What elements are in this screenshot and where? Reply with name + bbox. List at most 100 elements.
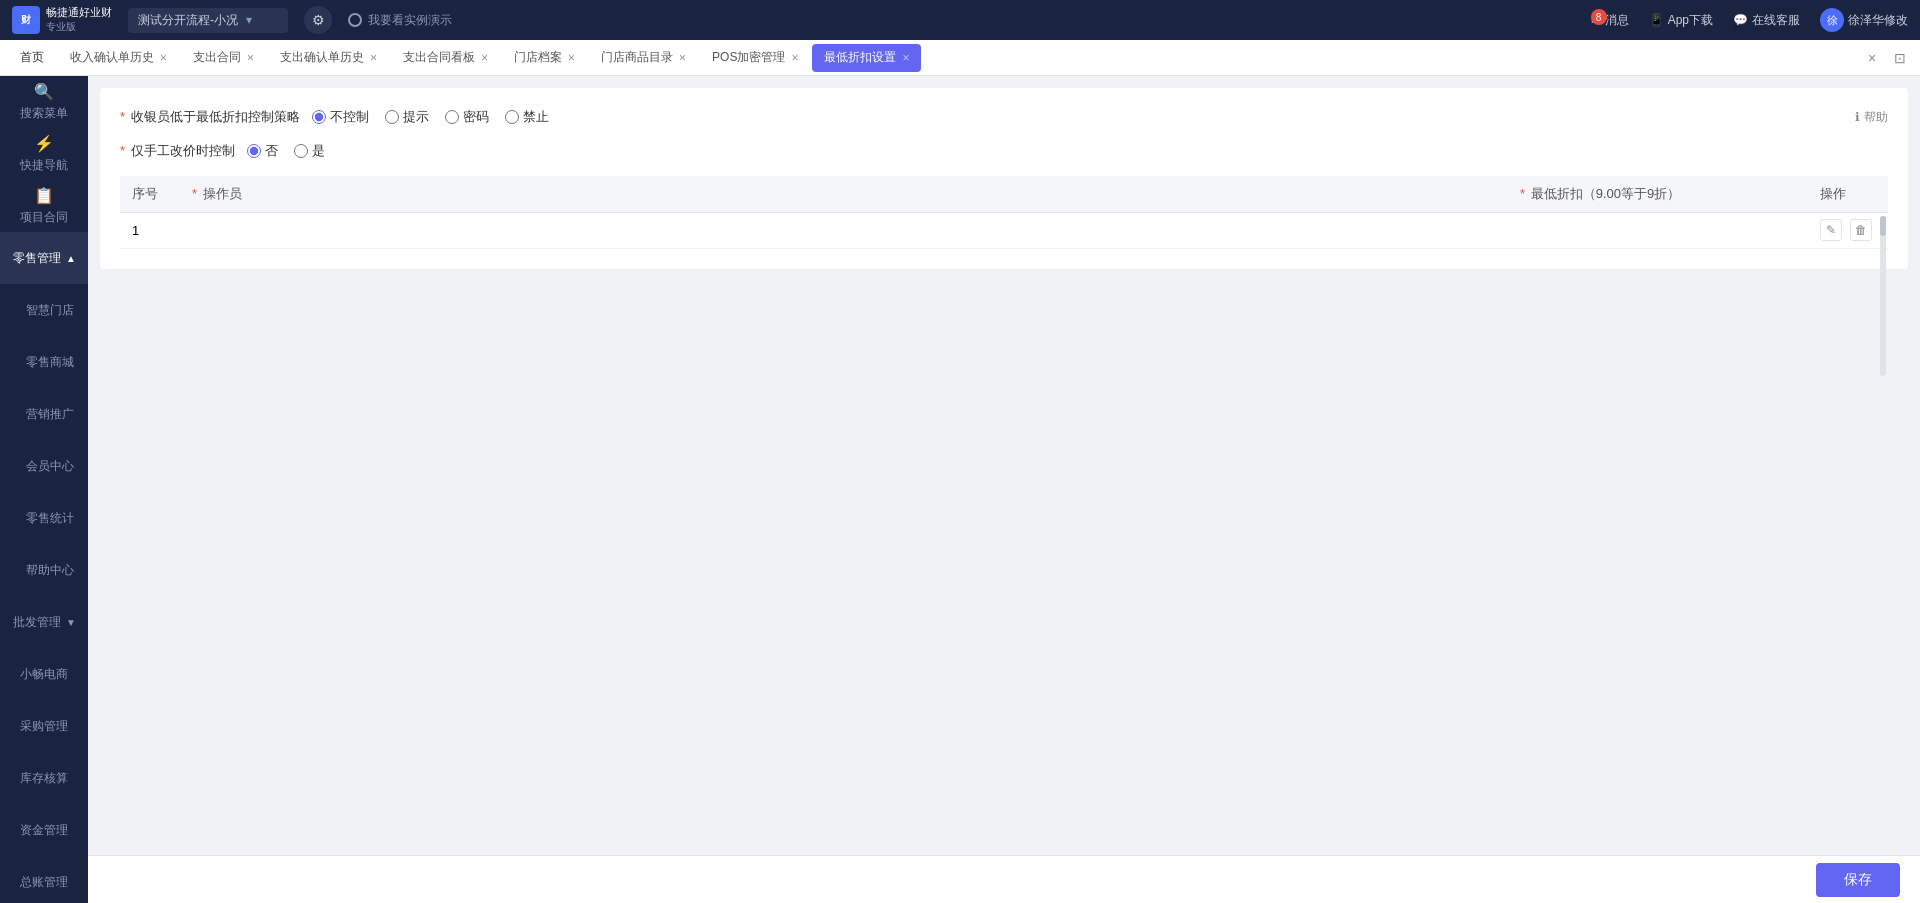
radio-forbid-label: 禁止 (523, 108, 549, 126)
sidebar-item-finance[interactable]: 资金管理 (0, 804, 88, 856)
save-button[interactable]: 保存 (1816, 863, 1900, 897)
tab-store-catalog-label: 门店商品目录 (601, 49, 673, 66)
sidebar-item-contract[interactable]: 📋 项目合同 (0, 180, 88, 232)
radio-manual-no-input[interactable] (247, 144, 261, 158)
tab-close-icon[interactable]: × (160, 51, 167, 65)
sidebar-item-retail-stats[interactable]: 零售统计 (0, 492, 88, 544)
sidebar-item-marketing[interactable]: 营销推广 (0, 388, 88, 440)
project-selector[interactable]: 测试分开流程-小况 ▾ (128, 8, 288, 33)
discount-table: 序号 * 操作员 * 最低折扣（9.00等于9折） (120, 176, 1888, 249)
sidebar-item-member[interactable]: 会员中心 (0, 440, 88, 492)
sidebar-item-purchase[interactable]: 采购管理 (0, 700, 88, 752)
sidebar-item-wholesale[interactable]: 批发管理 ▼ (0, 596, 88, 648)
logo-sub: 专业版 (46, 20, 112, 34)
sidebar-item-label: 帮助中心 (26, 562, 74, 579)
footer-bar: 保存 (88, 855, 1920, 903)
required-mark: * (120, 143, 125, 158)
sidebar-item-label: 零售管理 (12, 250, 62, 267)
tab-store-archive-label: 门店档案 (514, 49, 562, 66)
sidebar-item-ledger[interactable]: 总账管理 (0, 856, 88, 903)
app-download-label: App下载 (1668, 12, 1713, 29)
messages-label: 消息 (1605, 12, 1629, 29)
main-layout: 🔍 搜索菜单 ⚡ 快捷导航 📋 项目合同 零售管理 ▲ 智慧门店 零售商城 营销… (0, 76, 1920, 903)
tab-income-history[interactable]: 收入确认单历史 × (58, 44, 179, 72)
logo-text: 畅捷通好业财 (46, 6, 112, 19)
tab-close-icon[interactable]: × (568, 51, 575, 65)
radio-no-control[interactable]: 不控制 (312, 108, 369, 126)
edit-row-button[interactable]: ✎ (1820, 219, 1842, 241)
settings-button[interactable]: ⚙ (304, 6, 332, 34)
delete-row-button[interactable]: 🗑 (1850, 219, 1872, 241)
radio-forbid-input[interactable] (505, 110, 519, 124)
tab-pos-encrypt[interactable]: POS加密管理 × (700, 44, 810, 72)
radio-prompt-input[interactable] (385, 110, 399, 124)
radio-manual-no[interactable]: 否 (247, 142, 278, 160)
sidebar-item-inventory[interactable]: 库存核算 (0, 752, 88, 804)
sidebar-item-label: 库存核算 (20, 770, 68, 787)
radio-no-control-label: 不控制 (330, 108, 369, 126)
tab-close-icon[interactable]: × (679, 51, 686, 65)
messages-button[interactable]: ✉ 8 消息 (1591, 12, 1629, 29)
manual-price-label: * 仅手工改价时控制 (120, 142, 235, 160)
tab-expenditure-history[interactable]: 支出确认单历史 × (268, 44, 389, 72)
sidebar-item-label: 智慧门店 (26, 302, 74, 319)
radio-no-control-input[interactable] (312, 110, 326, 124)
table-header-row: 序号 * 操作员 * 最低折扣（9.00等于9折） (120, 176, 1888, 212)
required-mark: * (120, 109, 125, 124)
scroll-track[interactable] (1880, 216, 1886, 376)
online-service-button[interactable]: 💬 在线客服 (1733, 12, 1800, 29)
sidebar-item-label: 搜索菜单 (20, 105, 68, 122)
sidebar-item-online-store[interactable]: 零售商城 (0, 336, 88, 388)
help-button[interactable]: ℹ 帮助 (1855, 109, 1888, 126)
tab-close-icon[interactable]: × (481, 51, 488, 65)
messages-badge-wrap: ✉ 8 (1591, 13, 1601, 27)
radio-prompt[interactable]: 提示 (385, 108, 429, 126)
sidebar-item-retail[interactable]: 零售管理 ▲ (0, 232, 88, 284)
sidebar-item-label: 总账管理 (20, 874, 68, 891)
sidebar-item-smart-store[interactable]: 智慧门店 (0, 284, 88, 336)
radio-password-input[interactable] (445, 110, 459, 124)
user-menu-button[interactable]: 徐 徐泽华修改 (1820, 8, 1908, 32)
sidebar-item-label: 营销推广 (26, 406, 74, 423)
tab-pos-encrypt-label: POS加密管理 (712, 49, 785, 66)
tab-store-catalog[interactable]: 门店商品目录 × (589, 44, 698, 72)
radio-forbid[interactable]: 禁止 (505, 108, 549, 126)
sidebar-item-label: 零售统计 (26, 510, 74, 527)
logo-area: 财 畅捷通好业财 专业版 (12, 6, 112, 34)
tab-expenditure-board-label: 支出合同看板 (403, 49, 475, 66)
radio-password[interactable]: 密码 (445, 108, 489, 126)
radio-manual-no-label: 否 (265, 142, 278, 160)
sidebar-item-nav[interactable]: ⚡ 快捷导航 (0, 128, 88, 180)
chevron-up-icon: ▲ (66, 253, 76, 264)
col-header-seq: 序号 (120, 176, 180, 212)
discount-strategy-row: * 收银员低于最低折扣控制策略 不控制 提示 (120, 108, 1888, 126)
radio-password-label: 密码 (463, 108, 489, 126)
tab-close-icon[interactable]: × (791, 51, 798, 65)
maximize-tab-button[interactable]: ⊡ (1888, 46, 1912, 70)
top-bar: 财 畅捷通好业财 专业版 测试分开流程-小况 ▾ ⚙ 我要看实例演示 ✉ 8 消… (0, 0, 1920, 40)
messages-badge: 8 (1591, 9, 1607, 25)
tab-min-discount[interactable]: 最低折扣设置 × (812, 44, 921, 72)
tab-home-label: 首页 (20, 49, 44, 66)
tab-expenditure-board[interactable]: 支出合同看板 × (391, 44, 500, 72)
sidebar-item-search[interactable]: 🔍 搜索菜单 (0, 76, 88, 128)
tab-min-discount-label: 最低折扣设置 (824, 49, 896, 66)
tab-expenditure-contract[interactable]: 支出合同 × (181, 44, 266, 72)
table-container: 序号 * 操作员 * 最低折扣（9.00等于9折） (120, 176, 1888, 249)
contract-icon: 📋 (34, 186, 54, 205)
tab-home[interactable]: 首页 (8, 44, 56, 72)
online-service-label: 在线客服 (1752, 12, 1800, 29)
tab-close-icon[interactable]: × (370, 51, 377, 65)
tab-close-icon[interactable]: × (247, 51, 254, 65)
sidebar-item-ecommerce[interactable]: 小畅电商 (0, 648, 88, 700)
demo-button[interactable]: 我要看实例演示 (348, 12, 452, 29)
radio-manual-yes-input[interactable] (294, 144, 308, 158)
tab-close-icon[interactable]: × (902, 51, 909, 65)
radio-manual-yes[interactable]: 是 (294, 142, 325, 160)
close-tab-button[interactable]: × (1860, 46, 1884, 70)
app-download-button[interactable]: 📱 App下载 (1649, 12, 1713, 29)
sidebar-item-help-center[interactable]: 帮助中心 (0, 544, 88, 596)
col-header-operator: * 操作员 (180, 176, 1508, 212)
col-header-action: 操作 (1808, 176, 1888, 212)
tab-store-archive[interactable]: 门店档案 × (502, 44, 587, 72)
